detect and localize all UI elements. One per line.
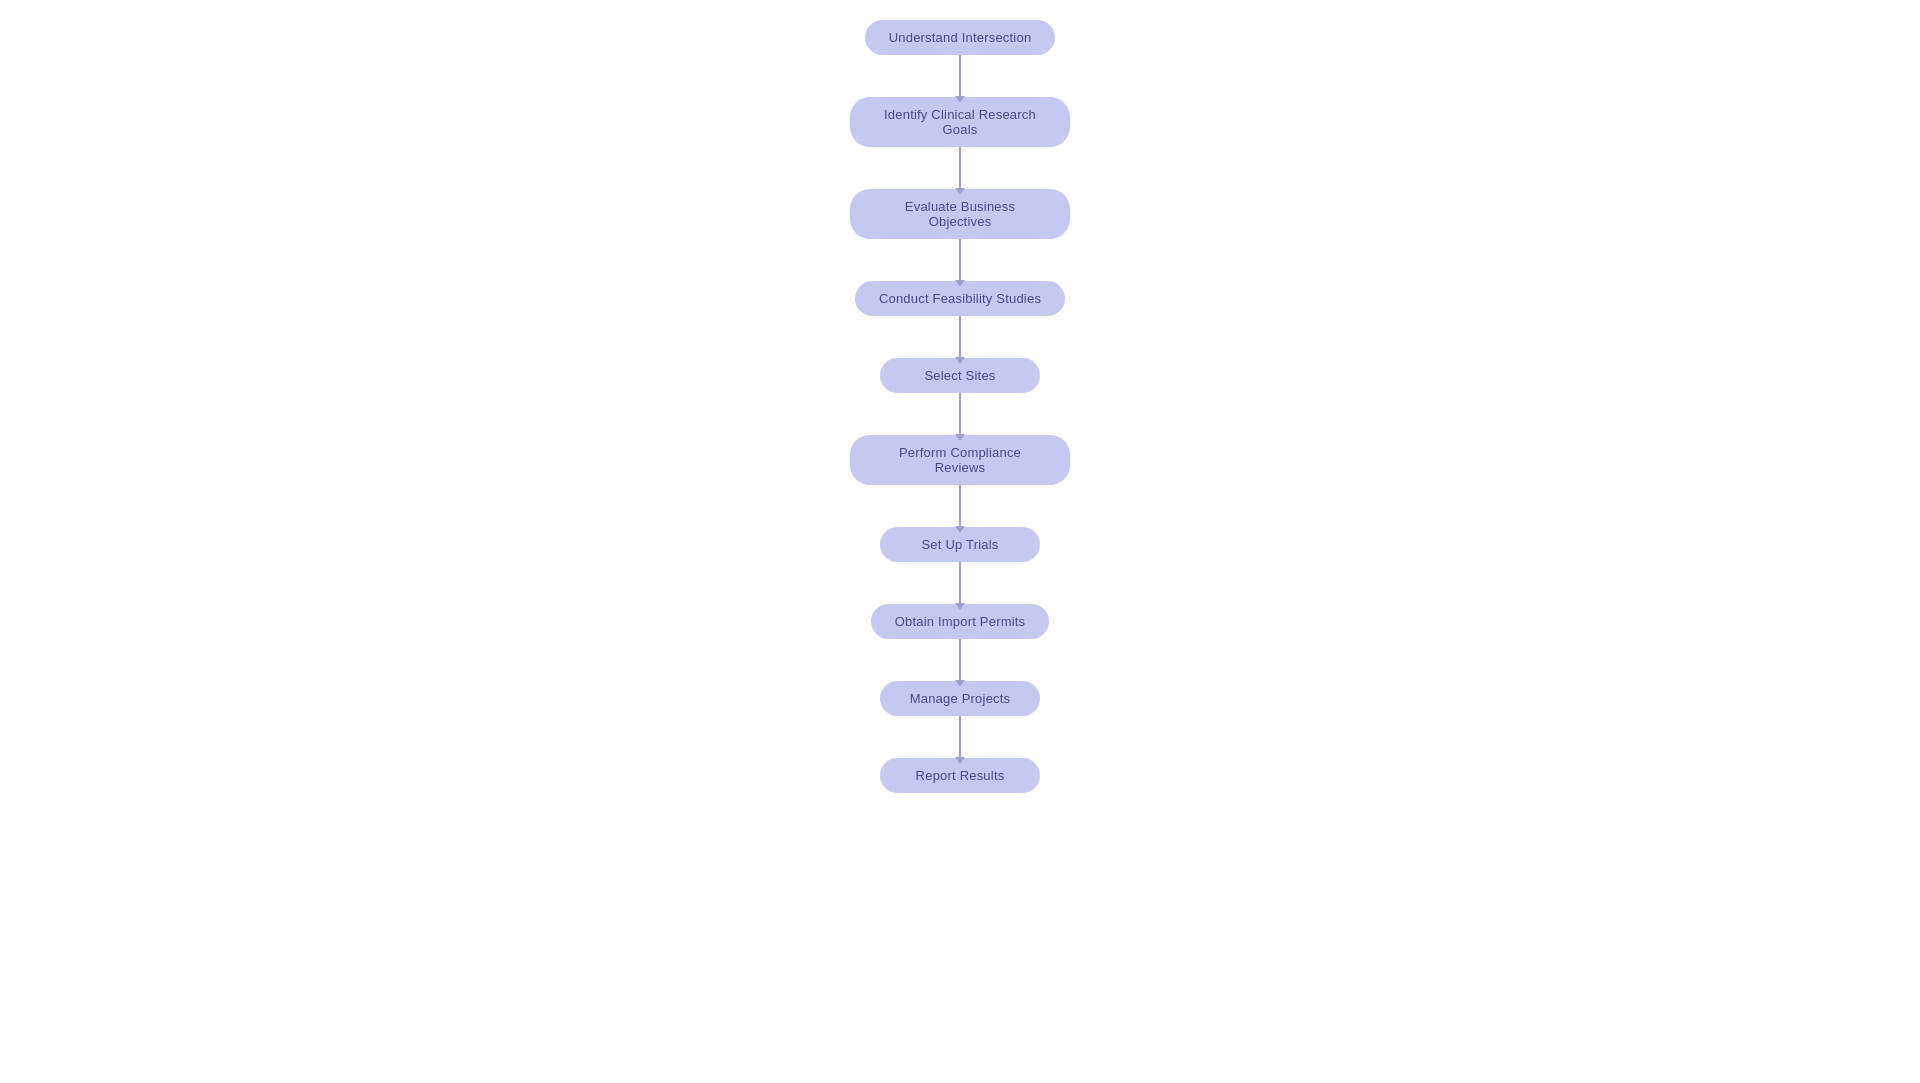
connector-8	[959, 716, 961, 758]
understand-intersection[interactable]: Understand Intersection	[865, 20, 1056, 55]
flow-diagram: Understand Intersection Identify Clinical…	[0, 0, 1920, 793]
connector-1	[959, 147, 961, 189]
evaluate-business-objectives[interactable]: Evaluate Business Objectives	[850, 189, 1070, 239]
connector-0	[959, 55, 961, 97]
connector-6	[959, 562, 961, 604]
connector-3	[959, 316, 961, 358]
connector-5	[959, 485, 961, 527]
connector-4	[959, 393, 961, 435]
identify-clinical-research-goals[interactable]: Identify Clinical Research Goals	[850, 97, 1070, 147]
connector-2	[959, 239, 961, 281]
connector-7	[959, 639, 961, 681]
perform-compliance-reviews[interactable]: Perform Compliance Reviews	[850, 435, 1070, 485]
